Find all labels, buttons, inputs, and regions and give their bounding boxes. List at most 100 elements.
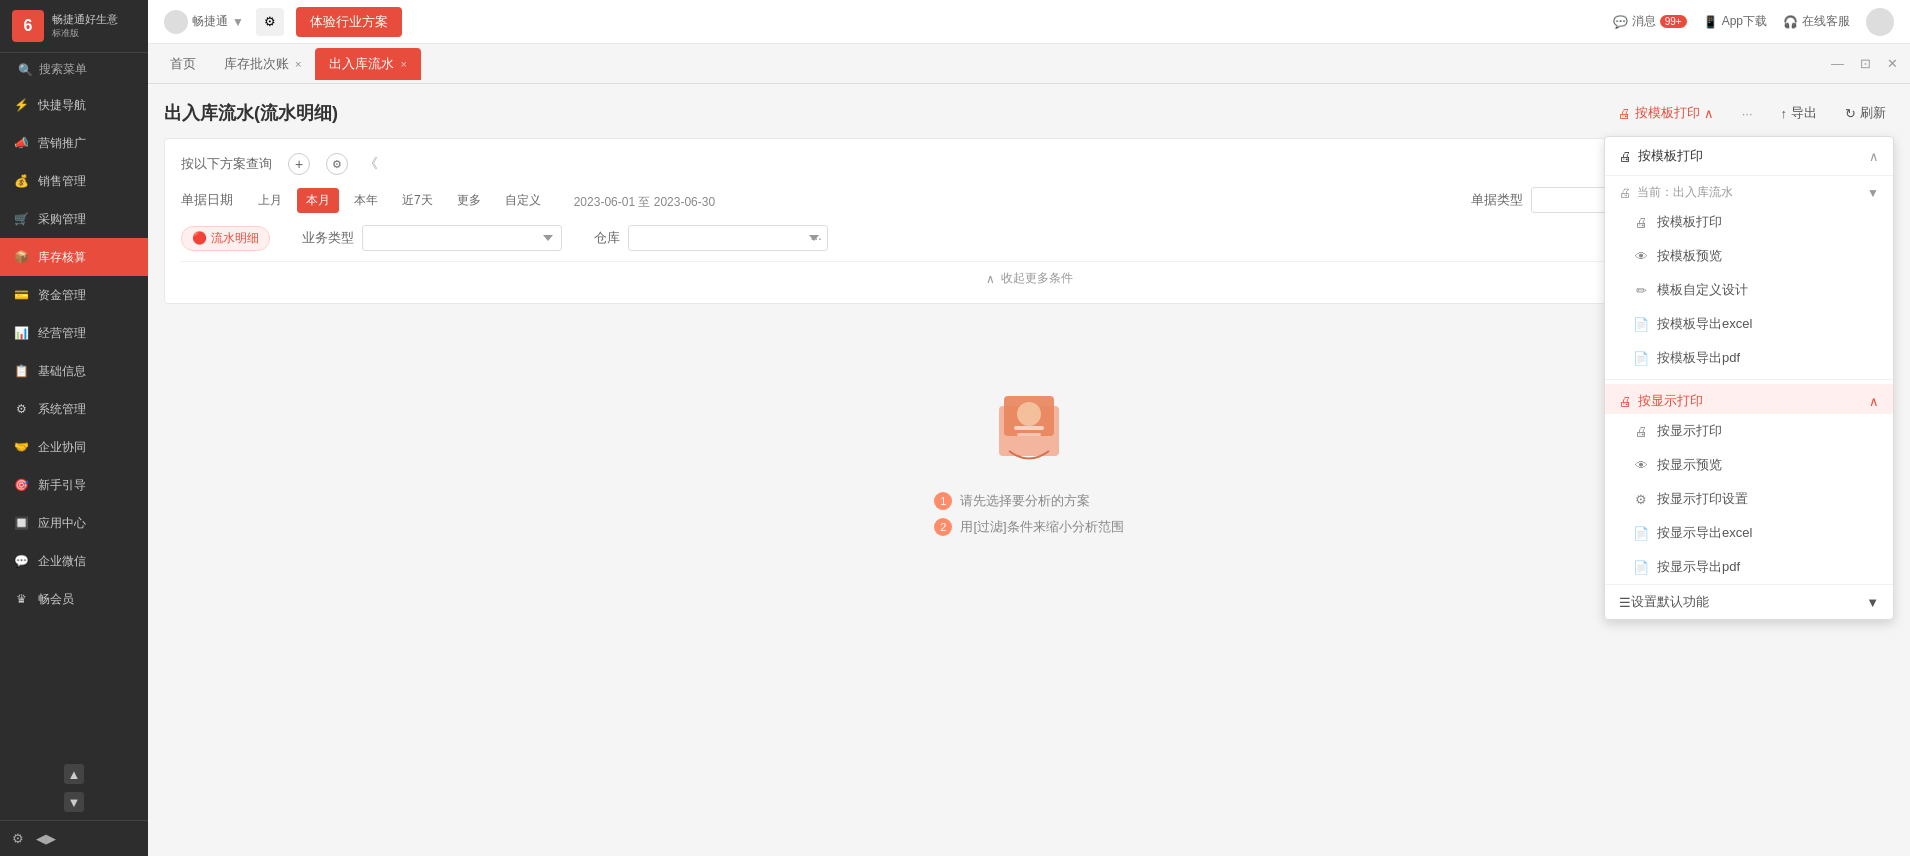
dropdown-footer[interactable]: ☰ 设置默认功能 ▼	[1605, 584, 1893, 619]
set-default-label: 设置默认功能	[1631, 593, 1709, 611]
tab-home-label: 首页	[170, 55, 196, 73]
warehouse-select[interactable]	[628, 225, 828, 251]
flow-tag[interactable]: 🔴 流水明细	[181, 226, 270, 251]
sales-icon: 💰	[12, 172, 30, 190]
sidebar-item-label: 销售管理	[38, 173, 86, 190]
date-btn-last-month[interactable]: 上月	[249, 188, 291, 213]
sidebar-item-purchase[interactable]: 🛒 采购管理	[0, 200, 148, 238]
topbar-user-avatar[interactable]	[1866, 8, 1894, 36]
user-avatar	[164, 10, 188, 34]
tab-restore-icon[interactable]: ⊡	[1856, 52, 1875, 75]
sidebar-item-system[interactable]: ⚙ 系统管理	[0, 390, 148, 428]
date-btn-7-days[interactable]: 近7天	[393, 188, 442, 213]
system-icon: ⚙	[12, 400, 30, 418]
dropdown-item-template-customize[interactable]: ✏ 模板自定义设计	[1605, 273, 1893, 307]
date-btn-more[interactable]: 更多	[448, 188, 490, 213]
refresh-icon: ↻	[1845, 106, 1856, 121]
display-section-label-text: 按显示打印	[1638, 392, 1703, 410]
dropdown-item-template-pdf[interactable]: 📄 按模板导出pdf	[1605, 341, 1893, 375]
operation-icon: 📊	[12, 324, 30, 342]
current-template-section[interactable]: 🖨 当前：出入库流水 ▼	[1605, 176, 1893, 205]
sidebar-item-enterprise[interactable]: 🤝 企业协同	[0, 428, 148, 466]
dropdown-item-template-excel[interactable]: 📄 按模板导出excel	[1605, 307, 1893, 341]
refresh-btn[interactable]: ↻ 刷新	[1837, 100, 1894, 126]
sidebar-item-marketing[interactable]: 📣 营销推广	[0, 124, 148, 162]
set-default-icon: ☰	[1619, 595, 1631, 610]
collapse-icon: ∧	[986, 272, 995, 286]
dropdown-item-display-preview[interactable]: 👁 按显示预览	[1605, 448, 1893, 482]
collapse-sidebar-icon[interactable]: ◀▶	[36, 831, 56, 846]
topbar-gear-btn[interactable]: ⚙	[256, 8, 284, 36]
dropdown-item-display-print[interactable]: 🖨 按显示打印	[1605, 414, 1893, 448]
filter-add-btn[interactable]: +	[288, 153, 310, 175]
filter-settings-btn[interactable]: ⚙	[326, 153, 348, 175]
sidebar-nav: ⚡ 快捷导航 📣 营销推广 💰 销售管理 🛒 采购管理 📦 库存核算 💳	[0, 86, 148, 756]
filter-collapse-btn[interactable]: 《	[364, 155, 378, 173]
dropdown-item-display-print-settings[interactable]: ⚙ 按显示打印设置	[1605, 482, 1893, 516]
sidebar-item-shortcut[interactable]: ⚡ 快捷导航	[0, 86, 148, 124]
sidebar-scroll-down[interactable]: ▼	[64, 792, 84, 812]
sidebar-search[interactable]: 🔍 搜索菜单	[0, 53, 148, 86]
search-label: 搜索菜单	[39, 61, 87, 78]
tab-inventory-batch[interactable]: 库存批次账 ×	[210, 48, 315, 80]
sidebar-item-sales[interactable]: 💰 销售管理	[0, 162, 148, 200]
sidebar-item-appstore[interactable]: 🔲 应用中心	[0, 504, 148, 542]
display-preview-icon: 👁	[1633, 457, 1649, 473]
warehouse-more-btn[interactable]: ···	[810, 230, 822, 246]
date-btn-this-year[interactable]: 本年	[345, 188, 387, 213]
date-btn-this-month[interactable]: 本月	[297, 188, 339, 213]
dropdown-item-display-pdf[interactable]: 📄 按显示导出pdf	[1605, 550, 1893, 584]
template-print-icon: 🖨	[1633, 214, 1649, 230]
appstore-icon: 🔲	[12, 514, 30, 532]
dropdown-item-template-preview[interactable]: 👁 按模板预览	[1605, 239, 1893, 273]
sidebar-item-finance[interactable]: 💳 资金管理	[0, 276, 148, 314]
sidebar-item-guide[interactable]: 🎯 新手引导	[0, 466, 148, 504]
dropdown-close-arrow[interactable]: ∧	[1869, 149, 1879, 164]
sidebar-scroll-up[interactable]: ▲	[64, 764, 84, 784]
sidebar-item-operation[interactable]: 📊 经营管理	[0, 314, 148, 352]
topbar-user[interactable]: 畅捷通 ▼	[164, 10, 244, 34]
sidebar-item-label: 库存核算	[38, 249, 86, 266]
print-icon: 🖨	[1618, 106, 1631, 121]
dropdown-item-display-excel[interactable]: 📄 按显示导出excel	[1605, 516, 1893, 550]
sidebar-scroll-controls: ▲ ▼	[0, 756, 148, 820]
user-dropdown-icon: ▼	[232, 15, 244, 29]
vip-icon: ♛	[12, 590, 30, 608]
marketing-icon: 📣	[12, 134, 30, 152]
tab-flow-close[interactable]: ×	[400, 58, 406, 70]
display-section-arrow: ∧	[1869, 394, 1879, 409]
sidebar-item-vip[interactable]: ♛ 畅会员	[0, 580, 148, 618]
download-icon: 📱	[1703, 15, 1718, 29]
sidebar-item-basic[interactable]: 📋 基础信息	[0, 352, 148, 390]
trial-btn[interactable]: 体验行业方案	[296, 7, 402, 37]
date-btn-custom[interactable]: 自定义	[496, 188, 550, 213]
more-options-btn[interactable]: ···	[1734, 102, 1761, 125]
biz-type-input-wrapper	[362, 225, 562, 251]
tab-minimize-icon[interactable]: —	[1827, 52, 1848, 75]
sidebar-item-inventory[interactable]: 📦 库存核算	[0, 238, 148, 276]
export-icon: ↑	[1781, 106, 1788, 121]
display-section-label[interactable]: 🖨 按显示打印 ∧	[1605, 384, 1893, 414]
tabs-right: — ⊡ ✕	[1827, 52, 1902, 75]
template-pdf-label: 按模板导出pdf	[1657, 349, 1740, 367]
app-download-label: App下载	[1722, 13, 1767, 30]
tab-flow[interactable]: 出入库流水 ×	[315, 48, 420, 80]
online-support-btn[interactable]: 🎧 在线客服	[1783, 13, 1850, 30]
current-icon: 🖨	[1619, 186, 1631, 200]
tab-home[interactable]: 首页	[156, 48, 210, 80]
tab-inventory-batch-close[interactable]: ×	[295, 58, 301, 70]
sidebar-item-wecom[interactable]: 💬 企业微信	[0, 542, 148, 580]
page-title: 出入库流水(流水明细)	[164, 101, 338, 125]
dropdown-item-template-print[interactable]: 🖨 按模板打印	[1605, 205, 1893, 239]
export-btn[interactable]: ↑ 导出	[1773, 100, 1826, 126]
online-support-label: 在线客服	[1802, 13, 1850, 30]
display-print-label: 按显示打印	[1657, 422, 1722, 440]
app-download-btn[interactable]: 📱 App下载	[1703, 13, 1767, 30]
biz-type-select[interactable]	[362, 225, 562, 251]
tab-close-icon[interactable]: ✕	[1883, 52, 1902, 75]
settings-bottom-icon[interactable]: ⚙	[12, 831, 24, 846]
messages-btn[interactable]: 💬 消息 99+	[1613, 13, 1687, 30]
step-num-1: 1	[934, 492, 952, 510]
print-btn[interactable]: 🖨 按模板打印 ∧	[1610, 100, 1722, 126]
topbar-actions: 💬 消息 99+ 📱 App下载 🎧 在线客服	[1613, 8, 1894, 36]
